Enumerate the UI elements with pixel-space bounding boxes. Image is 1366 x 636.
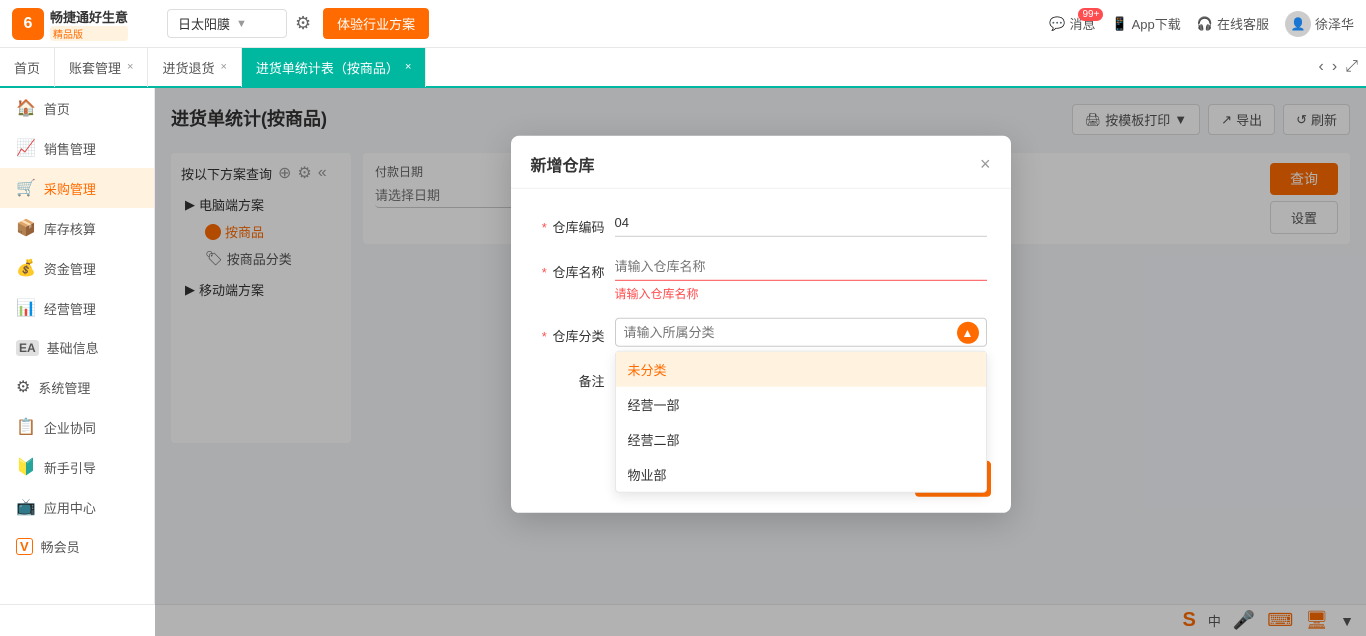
dialog-body: * 仓库编码 * 仓库名称 请输入仓库名称: [511, 189, 1011, 449]
main-layout: 🏠 首页 📈 销售管理 🛒 采购管理 📦 库存核算 💰 资金管理 📊 经营管理 …: [0, 88, 1366, 636]
trial-button[interactable]: 体验行业方案: [323, 8, 429, 39]
sidebar-item-home[interactable]: 🏠 首页: [0, 88, 154, 128]
name-row: * 仓库名称 请输入仓库名称: [535, 253, 987, 302]
guide-icon: 🔰: [16, 457, 36, 477]
dropdown-option-dept2[interactable]: 经营二部: [616, 422, 986, 457]
category-input[interactable]: [615, 318, 987, 347]
message-icon: 💬: [1049, 16, 1065, 32]
sidebar-item-sales[interactable]: 📈 销售管理: [0, 128, 154, 168]
code-label: * 仓库编码: [535, 209, 615, 236]
content-area: 进货单统计(按商品) 🖨 按模板打印 ▼ ↗ 导出 ↺ 刷新: [155, 88, 1366, 636]
dropdown-option-dept1[interactable]: 经营一部: [616, 387, 986, 422]
basic-info-icon: EA: [16, 340, 39, 356]
tab-close-purchase-return[interactable]: ×: [220, 61, 226, 73]
sidebar-item-basic-info[interactable]: EA 基础信息: [0, 328, 154, 367]
app-center-icon: 📺: [16, 497, 36, 517]
online-service-button[interactable]: 🎧 在线客服: [1197, 14, 1269, 33]
category-dropdown-toggle[interactable]: ▲: [957, 321, 979, 343]
dropdown-option-uncategorized[interactable]: 未分类: [616, 352, 986, 387]
tab-bar: 首页 账套管理 × 进货退货 × 进货单统计表（按商品） × ‹ › ⤢: [0, 48, 1366, 88]
system-icon: ⚙: [16, 377, 30, 397]
tab-controls: ‹ › ⤢: [1311, 58, 1366, 76]
company-selector[interactable]: 日太阳膜 ▼: [167, 9, 287, 38]
vip-icon: V: [16, 538, 33, 555]
sidebar-item-system[interactable]: ⚙ 系统管理: [0, 367, 154, 407]
sidebar-item-vip[interactable]: V 畅会员: [0, 527, 154, 566]
tab-nav-right-icon[interactable]: ›: [1332, 58, 1337, 76]
sidebar-item-purchase[interactable]: 🛒 采购管理: [0, 168, 154, 208]
sidebar-item-operation[interactable]: 📊 经营管理: [0, 288, 154, 328]
sidebar-item-inventory[interactable]: 📦 库存核算: [0, 208, 154, 248]
note-label: 备注: [535, 363, 615, 390]
selector-arrow-icon: ▼: [236, 18, 247, 30]
tab-purchase-return[interactable]: 进货退货 ×: [148, 47, 241, 87]
category-dropdown-list: 未分类 经营一部 经营二部 物业部: [615, 351, 987, 493]
phone-icon: 📱: [1111, 16, 1127, 32]
purchase-icon: 🛒: [16, 178, 36, 198]
top-right-area: 💬 消息 99+ 📱 App下载 🎧 在线客服 👤 徐泽华: [1049, 11, 1354, 37]
chevron-up-icon: ▲: [962, 325, 974, 339]
tab-nav-left-icon[interactable]: ‹: [1319, 58, 1324, 76]
operation-icon: 📊: [16, 298, 36, 318]
sidebar: 🏠 首页 📈 销售管理 🛒 采购管理 📦 库存核算 💰 资金管理 📊 经营管理 …: [0, 88, 155, 636]
name-input[interactable]: [615, 253, 987, 281]
tab-account[interactable]: 账套管理 ×: [55, 47, 148, 87]
code-row: * 仓库编码: [535, 209, 987, 237]
category-select-wrapper: ▲ 未分类 经营一部 经营二部 物业部: [615, 318, 987, 347]
sidebar-item-enterprise[interactable]: 📋 企业协同: [0, 407, 154, 447]
tab-close-account[interactable]: ×: [127, 61, 133, 73]
avatar: 👤: [1285, 11, 1311, 37]
sidebar-item-app-center[interactable]: 📺 应用中心: [0, 487, 154, 527]
logo-icon: 6: [12, 8, 44, 40]
home-icon: 🏠: [16, 98, 36, 118]
headset-icon: 🎧: [1197, 16, 1213, 32]
tab-close-purchase-stats[interactable]: ×: [405, 61, 411, 73]
dialog-header: 新增仓库 ×: [511, 136, 1011, 189]
category-row: * 仓库分类 ▲ 未分类 经营一部 经营二部 物业部: [535, 318, 987, 347]
logo-text: 畅捷通好生意 精品版: [50, 7, 128, 41]
category-label: * 仓库分类: [535, 318, 615, 345]
dialog-close-button[interactable]: ×: [980, 153, 991, 174]
tab-purchase-stats[interactable]: 进货单统计表（按商品） ×: [242, 47, 426, 87]
sales-icon: 📈: [16, 138, 36, 158]
new-warehouse-dialog: 新增仓库 × * 仓库编码 * 仓库名称: [511, 136, 1011, 513]
user-profile-button[interactable]: 👤 徐泽华: [1285, 11, 1354, 37]
dialog-title: 新增仓库: [531, 152, 595, 176]
name-error-msg: 请输入仓库名称: [615, 285, 699, 302]
logo-area: 6 畅捷通好生意 精品版: [12, 7, 167, 41]
sidebar-item-guide[interactable]: 🔰 新手引导: [0, 447, 154, 487]
enterprise-icon: 📋: [16, 417, 36, 437]
finance-icon: 💰: [16, 258, 36, 278]
inventory-icon: 📦: [16, 218, 36, 238]
code-input[interactable]: [615, 209, 987, 237]
settings-icon[interactable]: ⚙: [295, 13, 311, 34]
name-label: * 仓库名称: [535, 253, 615, 280]
app-download-button[interactable]: 📱 App下载: [1111, 14, 1180, 33]
top-bar: 6 畅捷通好生意 精品版 日太阳膜 ▼ ⚙ 体验行业方案 💬 消息 99+ 📱 …: [0, 0, 1366, 48]
tab-home[interactable]: 首页: [0, 47, 55, 87]
message-button[interactable]: 💬 消息 99+: [1049, 14, 1095, 33]
tab-expand-icon[interactable]: ⤢: [1345, 58, 1358, 76]
sidebar-item-finance[interactable]: 💰 资金管理: [0, 248, 154, 288]
dropdown-option-property[interactable]: 物业部: [616, 457, 986, 492]
